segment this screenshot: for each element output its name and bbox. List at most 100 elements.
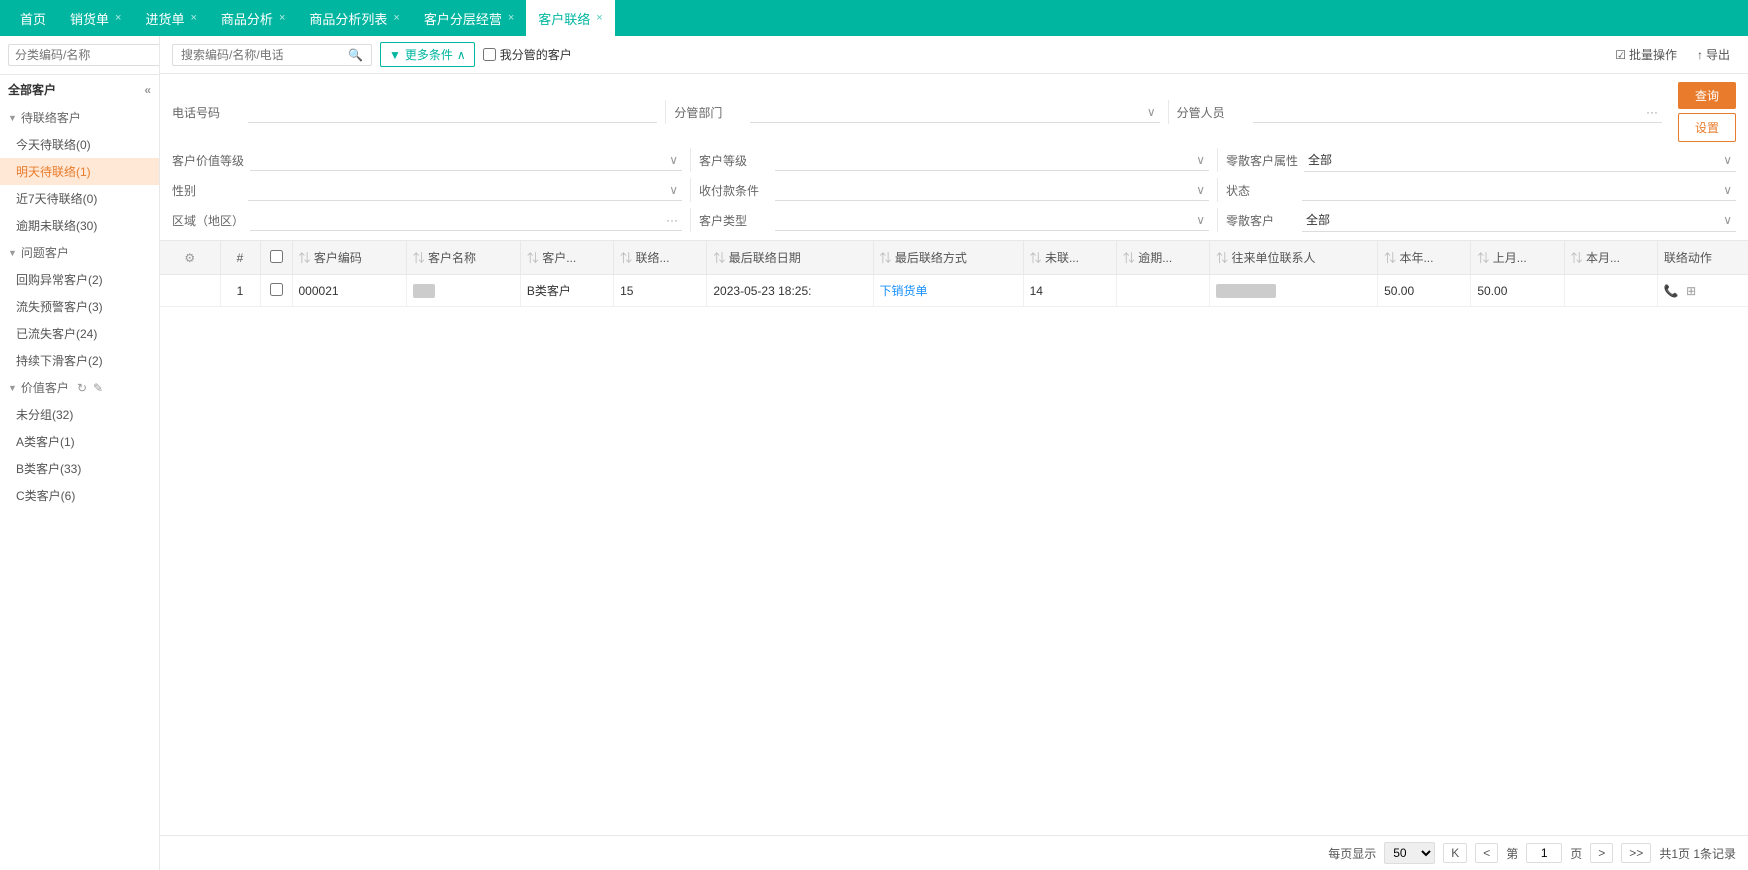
nav-product-analysis-list[interactable]: 商品分析列表 ×	[297, 0, 411, 36]
filter-actions: 查询 设置	[1678, 82, 1736, 142]
sidebar-item-churn-warning[interactable]: 流失预警客户(3)	[0, 293, 159, 320]
sidebar-group-problem[interactable]: ▼ 问题客户	[0, 239, 159, 266]
sidebar-collapse-icon[interactable]: «	[144, 83, 151, 97]
close-sales-order[interactable]: ×	[115, 12, 121, 24]
per-page-select[interactable]: 50 100 200	[1384, 842, 1435, 864]
s-caret: ∨	[1723, 183, 1732, 197]
sidebar-search-input[interactable]	[8, 44, 160, 66]
retail-attr-label: 零散客户属性	[1226, 152, 1298, 169]
sidebar-item-tomorrow[interactable]: 明天待联络(1)	[0, 158, 159, 185]
select-all-checkbox[interactable]	[270, 250, 283, 263]
filter-customer-type: 客户类型 ∨	[699, 210, 1209, 231]
sidebar-item-type-a[interactable]: A类客户(1)	[0, 428, 159, 455]
row-code: 000021	[292, 275, 406, 307]
page-prefix: 第	[1506, 845, 1518, 862]
sort-icon4: ⇅	[620, 251, 632, 265]
sidebar-item-7days[interactable]: 近7天待联络(0)	[0, 185, 159, 212]
region-select[interactable]: ···	[250, 210, 682, 231]
batch-btn[interactable]: ☑ 批量操作	[1609, 43, 1683, 66]
filter-person: 分管人员 ···	[1177, 102, 1662, 123]
sidebar-item-type-c[interactable]: C类客户(6)	[0, 482, 159, 509]
prev-page-btn[interactable]: <	[1475, 843, 1498, 863]
person-select[interactable]: ···	[1253, 102, 1662, 123]
row-contact-person	[1210, 275, 1378, 307]
sort-icon3: ⇅	[527, 251, 539, 265]
nav-customer-segmentation[interactable]: 客户分层经营 ×	[412, 0, 526, 36]
sort-icon6: ⇅	[880, 251, 892, 265]
triangle-icon2: ▼	[8, 248, 17, 258]
content-area: 🔍 ▼ 更多条件 ∧ 我分管的客户 ☑ 批量操作 ↑ 导出	[160, 36, 1748, 870]
customer-type-label: 客户类型	[699, 212, 769, 229]
last-method-link[interactable]: 下销货单	[880, 284, 928, 298]
status-select[interactable]: ∨	[1302, 180, 1736, 201]
close-customer-contact[interactable]: ×	[596, 12, 602, 24]
close-product-analysis[interactable]: ×	[279, 12, 285, 24]
sidebar-group-pending[interactable]: ▼ 待联络客户	[0, 104, 159, 131]
export-btn[interactable]: ↑ 导出	[1691, 43, 1736, 66]
payment-select[interactable]: ∨	[775, 180, 1209, 201]
customer-name-value: Ea	[413, 284, 436, 298]
rc-caret: ∨	[1723, 213, 1732, 227]
sidebar-item-declining[interactable]: 持续下滑客户(2)	[0, 347, 159, 374]
phone-input[interactable]	[248, 102, 657, 123]
edit-icon[interactable]: ✎	[93, 381, 103, 395]
gender-select[interactable]: ∨	[248, 180, 682, 201]
main-search-wrap: 🔍	[172, 44, 372, 66]
query-btn[interactable]: 查询	[1678, 82, 1736, 109]
first-page-btn[interactable]: K	[1443, 843, 1467, 863]
refresh-icon[interactable]: ↻	[77, 381, 87, 395]
sort-icon: ⇅	[299, 251, 311, 265]
customer-type-select[interactable]: ∨	[775, 210, 1209, 231]
col-last-method: ⇅ 最后联络方式	[873, 241, 1023, 275]
next-page-btn[interactable]: >	[1590, 843, 1613, 863]
col-last-month: ⇅ 上月...	[1471, 241, 1564, 275]
customer-level-select[interactable]: ∨	[775, 150, 1209, 171]
row-last-month: 50.00	[1471, 275, 1564, 307]
filter-row-4: 区域（地区） ··· 客户类型 ∨ 零散客户 全部	[172, 208, 1736, 232]
nav-sales-order[interactable]: 销货单 ×	[58, 0, 133, 36]
row-checkbox[interactable]	[270, 283, 283, 296]
sidebar-item-repurchase-abnormal[interactable]: 回购异常客户(2)	[0, 266, 159, 293]
close-product-analysis-list[interactable]: ×	[393, 12, 399, 24]
my-customers-checkbox[interactable]	[483, 48, 496, 61]
dept-select[interactable]: ∨	[750, 102, 1159, 123]
reset-btn[interactable]: 设置	[1678, 113, 1736, 142]
settings-icon[interactable]: ⚙	[184, 251, 195, 265]
filter-customer-value: 客户价值等级 ∨	[172, 150, 682, 171]
nav-product-analysis[interactable]: 商品分析 ×	[209, 0, 297, 36]
col-this-month: ⇅ 本月...	[1564, 241, 1657, 275]
nav-customer-contact[interactable]: 客户联络 ×	[526, 0, 614, 36]
sidebar-item-ungroup[interactable]: 未分组(32)	[0, 401, 159, 428]
g-caret: ∨	[669, 183, 678, 197]
sort-icon8: ⇅	[1123, 251, 1135, 265]
sort-icon10: ⇅	[1384, 251, 1396, 265]
close-customer-segmentation[interactable]: ×	[508, 12, 514, 24]
row-not-contacted: 14	[1023, 275, 1116, 307]
page-number-input[interactable]	[1526, 843, 1562, 863]
region-label: 区域（地区）	[172, 212, 244, 229]
col-settings[interactable]: ⚙	[160, 241, 220, 275]
sidebar-item-overdue[interactable]: 逾期未联络(30)	[0, 212, 159, 239]
main-search-icon[interactable]: 🔍	[348, 48, 363, 62]
nav-purchase-order[interactable]: 进货单 ×	[133, 0, 208, 36]
action-more-icon[interactable]: ⊞	[1686, 284, 1696, 298]
customer-value-select[interactable]: ∨	[250, 150, 682, 171]
sidebar-item-today[interactable]: 今天待联络(0)	[0, 131, 159, 158]
more-filter-btn[interactable]: ▼ 更多条件 ∧	[380, 42, 475, 67]
sidebar-item-type-b[interactable]: B类客户(33)	[0, 455, 159, 482]
retail-attr-select[interactable]: 全部 ∨	[1304, 148, 1736, 172]
sidebar-item-churned[interactable]: 已流失客户(24)	[0, 320, 159, 347]
action-phone-icon[interactable]: 📞	[1664, 284, 1679, 298]
ct-caret: ∨	[1196, 213, 1205, 227]
last-page-btn[interactable]: >>	[1621, 843, 1651, 863]
my-customers-check[interactable]: 我分管的客户	[483, 46, 572, 63]
retail-customer-select[interactable]: 全部 ∨	[1302, 208, 1736, 232]
sidebar-search-wrap: 🔍	[0, 36, 159, 75]
pay-caret: ∨	[1196, 183, 1205, 197]
main-search-input[interactable]	[181, 48, 348, 62]
sidebar-group-value[interactable]: ▼ 价值客户 ↻ ✎	[0, 374, 159, 401]
row-this-month	[1564, 275, 1657, 307]
sidebar-all-customers[interactable]: 全部客户 «	[0, 75, 159, 104]
close-purchase-order[interactable]: ×	[190, 12, 196, 24]
nav-home[interactable]: 首页	[8, 0, 58, 36]
